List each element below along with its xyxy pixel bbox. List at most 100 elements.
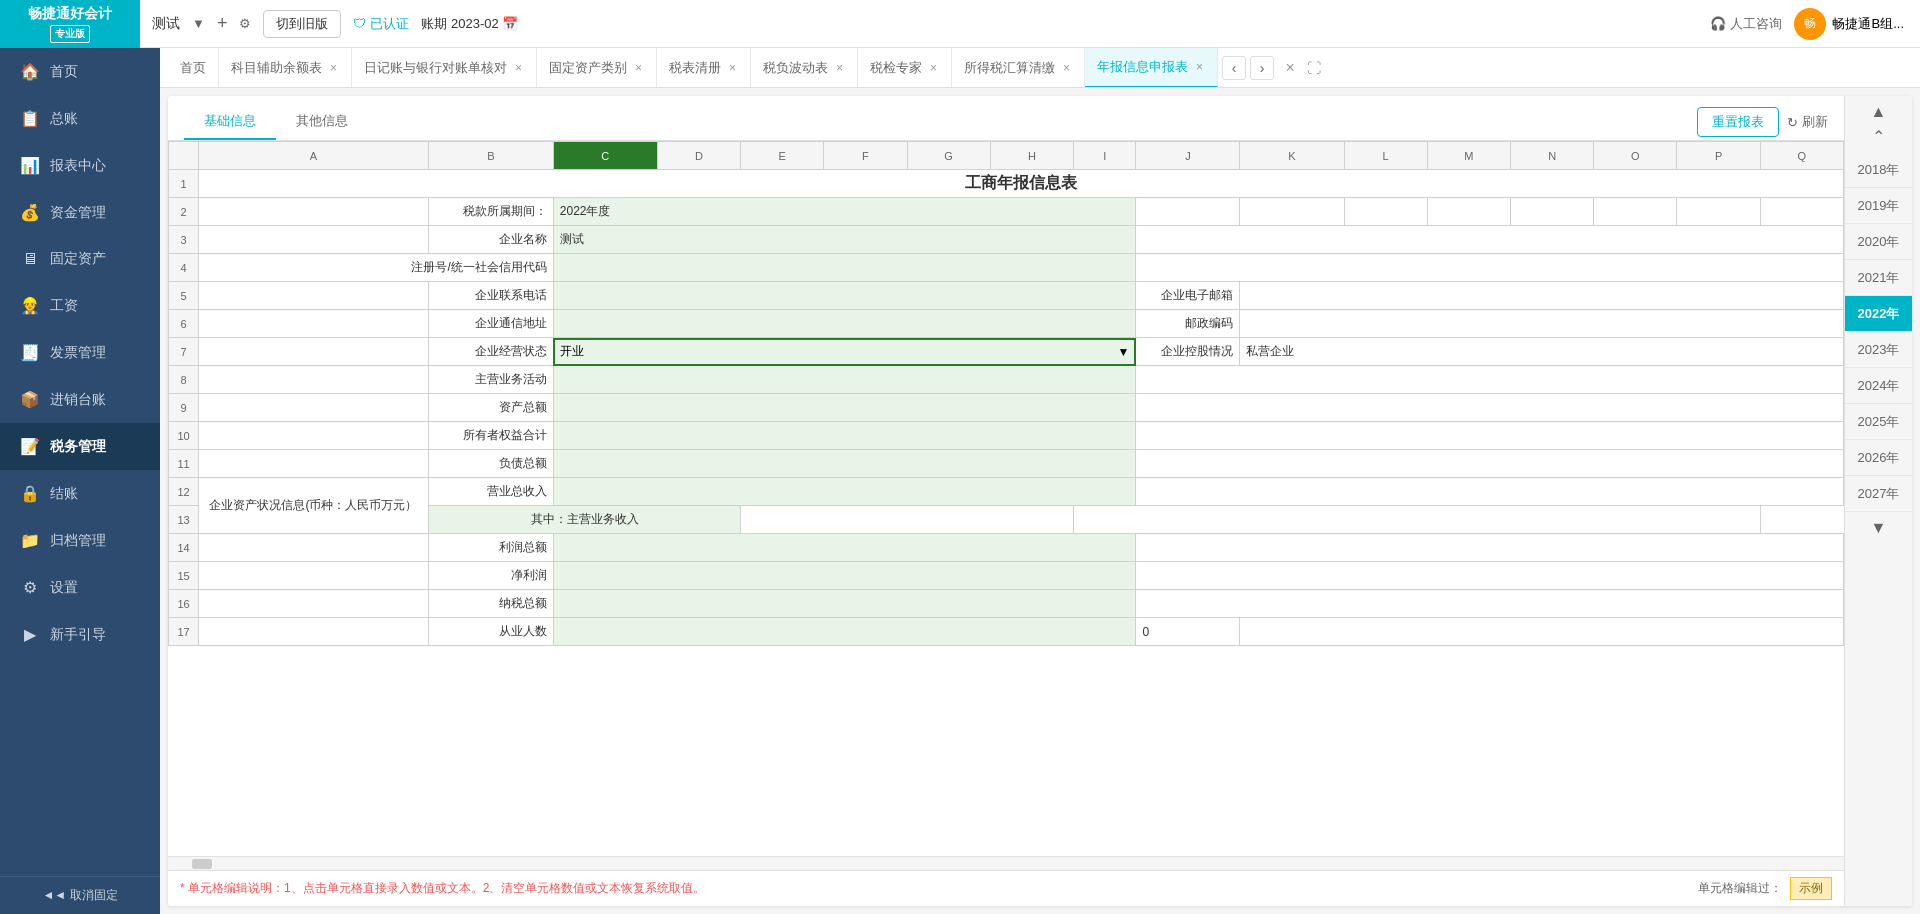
col-N[interactable]: N — [1510, 142, 1593, 170]
sidebar-item-assets[interactable]: 🖥 固定资产 — [0, 236, 160, 282]
col-O[interactable]: O — [1594, 142, 1677, 170]
tab-close-icon[interactable]: × — [1194, 60, 1205, 74]
sidebar-item-ledger[interactable]: 📋 总账 — [0, 95, 160, 142]
horizontal-scrollbar[interactable] — [168, 856, 1844, 870]
cell-7-K[interactable]: 私营企业 — [1240, 338, 1844, 366]
add-tab-button[interactable]: + — [217, 13, 228, 34]
cell-2-Q[interactable] — [1760, 198, 1843, 226]
cell-2-J[interactable] — [1136, 198, 1240, 226]
tab-assets[interactable]: 固定资产类别 × — [537, 48, 657, 88]
tab-taxcheck[interactable]: 税检专家 × — [858, 48, 952, 88]
cell-17-C[interactable] — [553, 618, 1136, 646]
sub-tab-basic[interactable]: 基础信息 — [184, 104, 276, 140]
cell-4-J[interactable] — [1136, 254, 1844, 282]
sidebar-item-inventory[interactable]: 📦 进销台账 — [0, 376, 160, 423]
tab-close-icon[interactable]: × — [1061, 61, 1072, 75]
tab-incometax[interactable]: 所得税汇算清缴 × — [952, 48, 1085, 88]
sidebar-item-reports[interactable]: 📊 报表中心 — [0, 142, 160, 189]
cell-2-N[interactable] — [1510, 198, 1593, 226]
cell-9-J[interactable] — [1136, 394, 1844, 422]
col-E[interactable]: E — [741, 142, 824, 170]
sidebar-item-close[interactable]: 🔒 结账 — [0, 470, 160, 517]
col-F[interactable]: F — [824, 142, 907, 170]
cell-2-M[interactable] — [1427, 198, 1510, 226]
year-2018[interactable]: 2018年 — [1845, 152, 1912, 188]
tab-aux[interactable]: 科目辅助余额表 × — [219, 48, 352, 88]
year-scroll-up-chevron[interactable]: ⌃ — [1859, 124, 1899, 148]
cell-3-J[interactable] — [1136, 226, 1844, 254]
tab-close-icon[interactable]: × — [928, 61, 939, 75]
cell-12-C[interactable] — [553, 478, 1136, 506]
tab-close-icon[interactable]: × — [834, 61, 845, 75]
reset-report-button[interactable]: 重置报表 — [1697, 107, 1779, 137]
cell-16-A[interactable] — [199, 590, 429, 618]
cell-6-A[interactable] — [199, 310, 429, 338]
col-K[interactable]: K — [1240, 142, 1344, 170]
dropdown-arrow-icon[interactable]: ▼ — [1118, 345, 1130, 359]
settings-icon[interactable]: ⚙ — [239, 16, 251, 31]
cell-10-C[interactable] — [553, 422, 1136, 450]
cell-12-J[interactable] — [1136, 478, 1844, 506]
cell-2-K[interactable] — [1240, 198, 1344, 226]
cancel-fixed-button[interactable]: ◄◄ 取消固定 — [0, 876, 160, 914]
sidebar-item-settings[interactable]: ⚙ 设置 — [0, 564, 160, 611]
cell-15-A[interactable] — [199, 562, 429, 590]
project-dropdown-icon[interactable]: ▼ — [192, 16, 205, 31]
col-G[interactable]: G — [907, 142, 990, 170]
col-A[interactable]: A — [199, 142, 429, 170]
cell-11-A[interactable] — [199, 450, 429, 478]
year-2025[interactable]: 2025年 — [1845, 404, 1912, 440]
cell-10-J[interactable] — [1136, 422, 1844, 450]
col-I[interactable]: I — [1074, 142, 1136, 170]
expand-icon[interactable]: ⛶ — [1302, 56, 1326, 80]
cell-3-C[interactable]: 测试 — [553, 226, 1136, 254]
tab-close-icon[interactable]: × — [328, 61, 339, 75]
tab-home[interactable]: 首页 — [168, 48, 219, 88]
sidebar-item-funds[interactable]: 💰 资金管理 — [0, 189, 160, 236]
customer-service-button[interactable]: 🎧 人工咨询 — [1710, 15, 1782, 33]
cell-17-A[interactable] — [199, 618, 429, 646]
tab-journal[interactable]: 日记账与银行对账单核对 × — [352, 48, 537, 88]
year-2020[interactable]: 2020年 — [1845, 224, 1912, 260]
cell-8-J[interactable] — [1136, 366, 1844, 394]
tab-close-icon[interactable]: × — [513, 61, 524, 75]
cell-11-J[interactable] — [1136, 450, 1844, 478]
year-2022[interactable]: 2022年 — [1845, 296, 1912, 332]
cell-13-F[interactable] — [741, 506, 1074, 534]
switch-old-version-button[interactable]: 切到旧版 — [263, 10, 341, 38]
tab-taxwave[interactable]: 税负波动表 × — [751, 48, 858, 88]
tab-prev-button[interactable]: ‹ — [1222, 56, 1246, 80]
cell-6-K[interactable] — [1240, 310, 1844, 338]
col-H[interactable]: H — [990, 142, 1073, 170]
cell-2-P[interactable] — [1677, 198, 1760, 226]
cell-11-C[interactable] — [553, 450, 1136, 478]
cell-3-A[interactable] — [199, 226, 429, 254]
sidebar-item-home[interactable]: 🏠 首页 — [0, 48, 160, 95]
col-J[interactable]: J — [1136, 142, 1240, 170]
cell-14-J[interactable] — [1136, 534, 1844, 562]
cell-7-C-dropdown[interactable]: 开业 ▼ — [553, 338, 1136, 366]
cell-2-L[interactable] — [1344, 198, 1427, 226]
cell-9-C[interactable] — [553, 394, 1136, 422]
col-B[interactable]: B — [428, 142, 553, 170]
year-2019[interactable]: 2019年 — [1845, 188, 1912, 224]
user-menu[interactable]: 畅 畅捷通B组... — [1794, 8, 1904, 40]
col-Q[interactable]: Q — [1760, 142, 1843, 170]
cell-8-A[interactable] — [199, 366, 429, 394]
cell-7-A[interactable] — [199, 338, 429, 366]
spreadsheet[interactable]: A B C D E F G H I J K L — [168, 141, 1844, 856]
cell-4-C[interactable] — [553, 254, 1136, 282]
cell-16-J[interactable] — [1136, 590, 1844, 618]
cell-14-A[interactable] — [199, 534, 429, 562]
sidebar-item-salary[interactable]: 👷 工资 — [0, 282, 160, 329]
tab-next-button[interactable]: › — [1250, 56, 1274, 80]
cell-2-O[interactable] — [1594, 198, 1677, 226]
year-scroll-up-button[interactable]: ▲ — [1859, 100, 1899, 124]
cell-5-K[interactable] — [1240, 282, 1844, 310]
cell-6-C[interactable] — [553, 310, 1136, 338]
hscroll-thumb[interactable] — [192, 859, 212, 869]
sidebar-item-tax[interactable]: 📝 税务管理 — [0, 423, 160, 470]
cell-17-K[interactable] — [1240, 618, 1844, 646]
cell-15-J[interactable] — [1136, 562, 1844, 590]
col-L[interactable]: L — [1344, 142, 1427, 170]
